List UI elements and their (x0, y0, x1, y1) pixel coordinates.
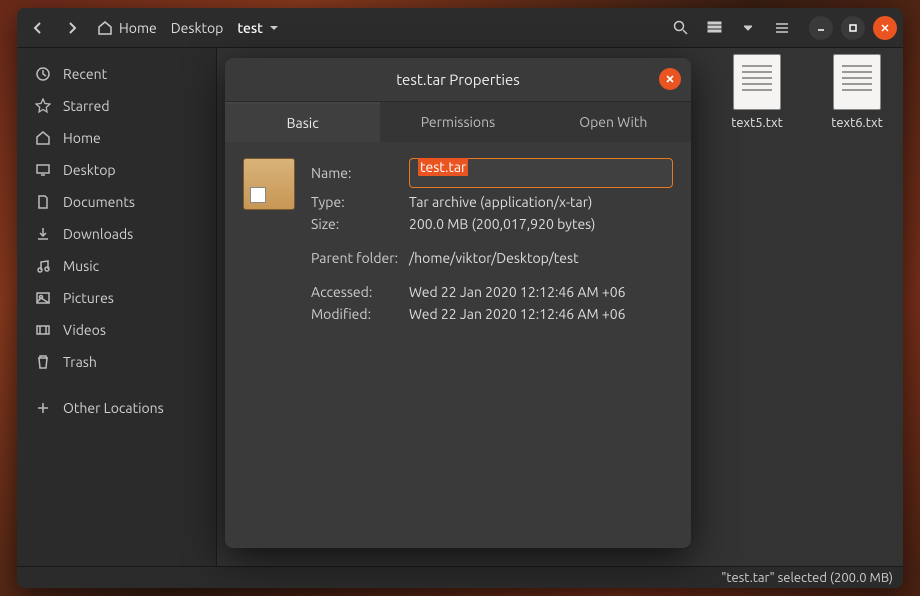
sidebar-item-home[interactable]: Home (17, 122, 216, 154)
sidebar-item-music[interactable]: Music (17, 250, 216, 282)
size-value: 200.0 MB (200,017,920 bytes) (409, 216, 595, 232)
name-value: test.tar (418, 158, 468, 176)
titlebar: Home Desktop test (17, 8, 903, 48)
desktop-icon (35, 162, 51, 178)
dialog-close-button[interactable] (659, 68, 681, 90)
breadcrumb-home[interactable]: Home (97, 20, 157, 36)
sidebar-item-recent[interactable]: Recent (17, 58, 216, 90)
dialog-title: test.tar Properties (396, 71, 520, 88)
pictures-icon (35, 290, 51, 306)
window-maximize-button[interactable] (841, 16, 865, 40)
modified-label: Modified: (311, 306, 409, 322)
accessed-value: Wed 22 Jan 2020 12:12:46 AM +06 (409, 284, 626, 300)
sidebar-item-other-locations[interactable]: Other Locations (17, 392, 216, 424)
sidebar-item-label: Trash (63, 354, 97, 370)
properties-dialog: test.tar Properties Basic Permissions Op… (225, 58, 691, 548)
clock-icon (35, 66, 51, 82)
music-icon (35, 258, 51, 274)
sidebar-item-label: Pictures (63, 290, 114, 306)
chevron-down-icon (269, 23, 279, 33)
name-label: Name: (311, 165, 409, 181)
tab-open-with[interactable]: Open With (536, 102, 691, 142)
sidebar-item-desktop[interactable]: Desktop (17, 154, 216, 186)
type-label: Type: (311, 194, 409, 210)
breadcrumb-label: test (237, 20, 263, 36)
sidebar-item-label: Videos (63, 322, 106, 338)
hamburger-menu-button[interactable] (767, 13, 797, 43)
back-button[interactable] (23, 13, 53, 43)
documents-icon (35, 194, 51, 210)
tab-basic[interactable]: Basic (225, 102, 380, 142)
type-value: Tar archive (application/x-tar) (409, 194, 592, 210)
sidebar-item-documents[interactable]: Documents (17, 186, 216, 218)
window-close-button[interactable] (873, 16, 897, 40)
text-file-icon (733, 54, 781, 110)
sidebar-item-starred[interactable]: Starred (17, 90, 216, 122)
sidebar-item-label: Music (63, 258, 99, 274)
name-input[interactable]: test.tar (409, 158, 673, 188)
download-icon (35, 226, 51, 242)
plus-icon (35, 400, 51, 416)
accessed-label: Accessed: (311, 284, 409, 300)
forward-button[interactable] (57, 13, 87, 43)
sidebar-item-label: Desktop (63, 162, 116, 178)
view-dropdown-button[interactable] (733, 13, 763, 43)
sidebar-item-trash[interactable]: Trash (17, 346, 216, 378)
breadcrumb-label: Home (119, 20, 157, 36)
breadcrumb-desktop[interactable]: Desktop (171, 20, 224, 36)
sidebar-item-downloads[interactable]: Downloads (17, 218, 216, 250)
tab-label: Permissions (421, 114, 495, 130)
home-icon (35, 130, 51, 146)
home-icon (97, 20, 113, 36)
file-name: text6.txt (817, 116, 897, 130)
file-name: text5.txt (717, 116, 797, 130)
tab-label: Open With (579, 114, 647, 130)
dialog-tabs: Basic Permissions Open With (225, 102, 691, 142)
sidebar-item-label: Other Locations (63, 400, 164, 416)
text-file-icon (833, 54, 881, 110)
video-icon (35, 322, 51, 338)
archive-icon (243, 158, 295, 210)
trash-icon (35, 354, 51, 370)
file-item[interactable]: text5.txt (717, 54, 797, 130)
sidebar-item-label: Downloads (63, 226, 133, 242)
view-list-button[interactable] (699, 13, 729, 43)
search-button[interactable] (665, 13, 695, 43)
sidebar-item-pictures[interactable]: Pictures (17, 282, 216, 314)
sidebar-item-label: Documents (63, 194, 135, 210)
statusbar: "test.tar" selected (200.0 MB) (17, 566, 903, 588)
sidebar-item-label: Recent (63, 66, 107, 82)
breadcrumb: Home Desktop test (97, 20, 279, 36)
breadcrumb-current[interactable]: test (237, 20, 279, 36)
sidebar-item-videos[interactable]: Videos (17, 314, 216, 346)
sidebar-item-label: Starred (63, 98, 110, 114)
tab-label: Basic (287, 115, 319, 131)
status-text: "test.tar" selected (200.0 MB) (721, 571, 893, 585)
parent-label: Parent folder: (311, 250, 409, 266)
modified-value: Wed 22 Jan 2020 12:12:46 AM +06 (409, 306, 626, 322)
star-icon (35, 98, 51, 114)
sidebar: Recent Starred Home Desktop Documents Do… (17, 48, 217, 566)
window-minimize-button[interactable] (809, 16, 833, 40)
tab-permissions[interactable]: Permissions (380, 102, 535, 142)
parent-value: /home/viktor/Desktop/test (409, 250, 579, 266)
size-label: Size: (311, 216, 409, 232)
sidebar-item-label: Home (63, 130, 101, 146)
dialog-titlebar: test.tar Properties (225, 58, 691, 102)
file-item[interactable]: text6.txt (817, 54, 897, 130)
